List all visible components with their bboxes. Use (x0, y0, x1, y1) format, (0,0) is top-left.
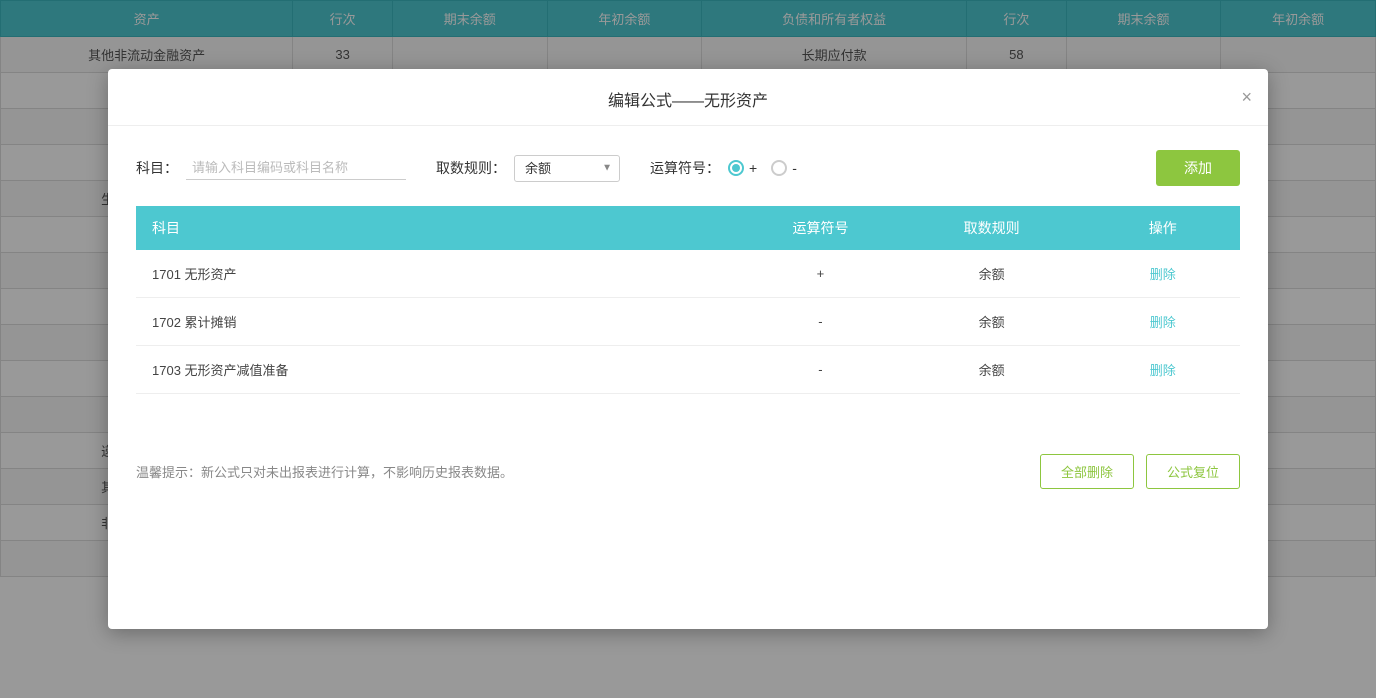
formula-subject: 1702 累计摊销 (136, 298, 743, 346)
formula-rule: 余额 (898, 298, 1086, 346)
radio-label-plus: + (749, 160, 757, 176)
rule-select-wrapper: 余额借方发生额贷方发生额 (514, 155, 620, 182)
th-action: 操作 (1085, 206, 1240, 250)
modal-title: 编辑公式——无形资产 (608, 87, 768, 111)
formula-action[interactable]: 删除 (1085, 346, 1240, 394)
formula-row: 1701 无形资产 + 余额 删除 (136, 250, 1240, 298)
formula-row: 1702 累计摊销 - 余额 删除 (136, 298, 1240, 346)
radio-plus[interactable]: + (728, 160, 757, 176)
operator-radio-group: +- (728, 160, 797, 176)
formula-subject: 1701 无形资产 (136, 250, 743, 298)
form-row: 科目： 取数规则： 余额借方发生额贷方发生额 运算符号： +- 添加 (136, 150, 1240, 186)
modal-overlay: 编辑公式——无形资产 × 科目： 取数规则： 余额借方发生额贷方发生额 运算符号… (0, 0, 1376, 698)
subject-label: 科目： (136, 158, 178, 178)
add-button[interactable]: 添加 (1156, 150, 1240, 186)
formula-table: 科目 运算符号 取数规则 操作 1701 无形资产 + 余额 删除 1702 累… (136, 206, 1240, 394)
rule-label: 取数规则： (436, 158, 506, 178)
operator-label: 运算符号： (650, 158, 720, 178)
formula-operator: - (743, 298, 898, 346)
formula-subject: 1703 无形资产减值准备 (136, 346, 743, 394)
radio-label-minus: - (792, 160, 797, 176)
formula-row: 1703 无形资产减值准备 - 余额 删除 (136, 346, 1240, 394)
formula-rule: 余额 (898, 250, 1086, 298)
formula-action[interactable]: 删除 (1085, 250, 1240, 298)
subject-input[interactable] (186, 156, 406, 180)
hint-text: 温馨提示：新公式只对未出报表进行计算，不影响历史报表数据。 (136, 462, 513, 481)
radio-circle-minus (771, 160, 787, 176)
rule-select[interactable]: 余额借方发生额贷方发生额 (514, 155, 620, 182)
close-button[interactable]: × (1241, 88, 1252, 106)
delete-link[interactable]: 删除 (1150, 267, 1176, 282)
formula-action[interactable]: 删除 (1085, 298, 1240, 346)
th-rule: 取数规则 (898, 206, 1086, 250)
footer-buttons: 全部删除 公式复位 (1040, 454, 1240, 489)
modal-body: 科目： 取数规则： 余额借方发生额贷方发生额 运算符号： +- 添加 (108, 126, 1268, 438)
reset-formula-button[interactable]: 公式复位 (1146, 454, 1240, 489)
delete-link[interactable]: 删除 (1150, 315, 1176, 330)
th-operator: 运算符号 (743, 206, 898, 250)
rule-group: 取数规则： 余额借方发生额贷方发生额 (436, 155, 620, 182)
modal-dialog: 编辑公式——无形资产 × 科目： 取数规则： 余额借方发生额贷方发生额 运算符号… (108, 69, 1268, 629)
th-subject: 科目 (136, 206, 743, 250)
radio-minus[interactable]: - (771, 160, 797, 176)
operator-group: 运算符号： +- (650, 158, 797, 178)
modal-footer: 温馨提示：新公式只对未出报表进行计算，不影响历史报表数据。 全部删除 公式复位 (108, 438, 1268, 509)
delete-link[interactable]: 删除 (1150, 363, 1176, 378)
modal-header: 编辑公式——无形资产 × (108, 69, 1268, 126)
formula-operator: + (743, 250, 898, 298)
subject-group: 科目： (136, 156, 406, 180)
radio-circle-plus (728, 160, 744, 176)
formula-operator: - (743, 346, 898, 394)
table-header-row: 科目 运算符号 取数规则 操作 (136, 206, 1240, 250)
delete-all-button[interactable]: 全部删除 (1040, 454, 1134, 489)
formula-rule: 余额 (898, 346, 1086, 394)
